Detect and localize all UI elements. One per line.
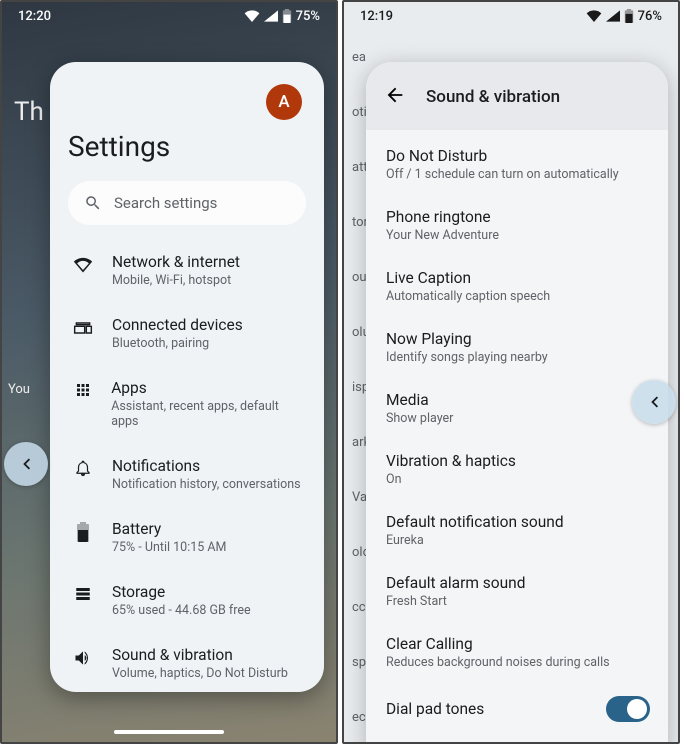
item-sub: Your New Adventure	[386, 228, 499, 243]
item-title: Do Not Disturb	[386, 147, 619, 165]
item-sub: Fresh Start	[386, 594, 525, 609]
battery-icon	[72, 520, 94, 542]
item-title: Media	[386, 391, 453, 409]
item-sub: On	[386, 472, 516, 487]
status-bar: 12:19 76%	[344, 2, 678, 30]
back-fab[interactable]	[632, 380, 676, 424]
item-title: Battery	[112, 520, 226, 538]
item-sub: Mobile, Wi-Fi, hotspot	[112, 273, 240, 288]
status-time: 12:19	[360, 9, 393, 24]
item-sub: Bluetooth, pairing	[112, 336, 243, 351]
item-title: Clear Calling	[386, 635, 610, 653]
item-sub: Reduces background noises during calls	[386, 655, 610, 670]
item-title: Default notification sound	[386, 513, 564, 531]
panel-header: Sound & vibration	[366, 62, 668, 130]
status-bar: 12:20 75%	[2, 2, 336, 30]
item-sub: Assistant, recent apps, default apps	[111, 399, 302, 429]
storage-icon	[72, 583, 94, 603]
sound-list: Do Not Disturb Off / 1 schedule can turn …	[366, 130, 668, 735]
volume-icon	[72, 646, 94, 668]
dial-pad-toggle[interactable]	[606, 696, 650, 722]
signal-icon	[606, 10, 620, 22]
status-right: 75%	[244, 9, 320, 24]
devices-icon	[72, 316, 94, 338]
status-battery: 75%	[296, 9, 320, 24]
signal-icon	[264, 10, 278, 22]
item-title: Phone ringtone	[386, 208, 499, 226]
sound-panel: Sound & vibration Do Not Disturb Off / 1 …	[366, 62, 668, 744]
item-notifications[interactable]: Notifications Notification history, conve…	[68, 443, 306, 506]
item-title: Default alarm sound	[386, 574, 525, 592]
wifi-icon	[244, 10, 260, 22]
item-sub: Off / 1 schedule can turn on automatical…	[386, 167, 619, 182]
item-storage[interactable]: Storage 65% used - 44.68 GB free	[68, 569, 306, 632]
chevron-left-icon	[643, 391, 665, 413]
item-title: Live Caption	[386, 269, 550, 287]
item-media[interactable]: Media Show player	[386, 378, 668, 439]
item-title: Vibration & haptics	[386, 452, 516, 470]
item-sub: Volume, haptics, Do Not Disturb	[112, 666, 288, 681]
status-right: 76%	[586, 9, 662, 24]
item-title: Sound & vibration	[112, 646, 288, 664]
item-title: Network & internet	[112, 253, 240, 271]
wifi-icon	[72, 253, 94, 275]
item-sub: Show player	[386, 411, 453, 426]
battery-icon	[624, 9, 634, 23]
item-sub: Automatically caption speech	[386, 289, 550, 304]
item-now-playing[interactable]: Now Playing Identify songs playing nearby	[386, 317, 668, 378]
item-sub: 75% - Until 10:15 AM	[112, 540, 226, 555]
search-placeholder: Search settings	[114, 194, 217, 212]
wifi-icon	[586, 10, 602, 22]
item-sub: Identify songs playing nearby	[386, 350, 548, 365]
apps-icon	[72, 379, 93, 399]
item-title: Notifications	[112, 457, 301, 475]
bell-icon	[72, 457, 94, 477]
back-button[interactable]	[384, 84, 406, 110]
item-apps[interactable]: Apps Assistant, recent apps, default apps	[68, 365, 306, 443]
phone-right: 12:19 76% eaotifatt torouolum isparkVal …	[342, 0, 680, 744]
item-connected-devices[interactable]: Connected devices Bluetooth, pairing	[68, 302, 306, 365]
item-battery[interactable]: Battery 75% - Until 10:15 AM	[68, 506, 306, 569]
page-title: Settings	[68, 130, 306, 163]
item-sub: 65% used - 44.68 GB free	[112, 603, 251, 618]
panel-title: Sound & vibration	[426, 87, 560, 107]
avatar[interactable]: A	[266, 84, 302, 120]
item-title: Storage	[112, 583, 251, 601]
item-sound[interactable]: Sound & vibration Volume, haptics, Do Not…	[68, 632, 306, 692]
item-dial-pad-tones[interactable]: Dial pad tones	[386, 683, 668, 735]
item-title: Dial pad tones	[386, 700, 484, 718]
item-dnd[interactable]: Do Not Disturb Off / 1 schedule can turn …	[386, 134, 668, 195]
item-clear-calling[interactable]: Clear Calling Reduces background noises d…	[386, 622, 668, 683]
item-notification-sound[interactable]: Default notification sound Eureka	[386, 500, 668, 561]
search-icon	[84, 194, 102, 212]
item-ringtone[interactable]: Phone ringtone Your New Adventure	[386, 195, 668, 256]
arrow-left-icon	[384, 84, 406, 106]
battery-icon	[282, 9, 292, 23]
back-fab[interactable]	[4, 442, 48, 486]
item-sub: Eureka	[386, 533, 564, 548]
home-background-text: Th	[14, 97, 44, 127]
settings-card: A Settings Search settings Network & int…	[50, 62, 324, 692]
item-vibration[interactable]: Vibration & haptics On	[386, 439, 668, 500]
home-left-strip: You	[8, 382, 50, 682]
item-live-caption[interactable]: Live Caption Automatically caption speech	[386, 256, 668, 317]
item-alarm-sound[interactable]: Default alarm sound Fresh Start	[386, 561, 668, 622]
strip-text: You	[8, 382, 30, 397]
search-input[interactable]: Search settings	[68, 181, 306, 225]
chevron-left-icon	[15, 453, 37, 475]
phone-left: 12:20 75% Th You A Settings Search setti…	[0, 0, 338, 744]
item-title: Apps	[111, 379, 302, 397]
item-sub: Notification history, conversations	[112, 477, 301, 492]
item-network[interactable]: Network & internet Mobile, Wi-Fi, hotspot	[68, 239, 306, 302]
settings-list: Network & internet Mobile, Wi-Fi, hotspot…	[68, 239, 306, 692]
gesture-bar[interactable]	[114, 730, 224, 734]
status-time: 12:20	[18, 9, 51, 24]
item-title: Now Playing	[386, 330, 548, 348]
item-title: Connected devices	[112, 316, 243, 334]
status-battery: 76%	[638, 9, 662, 24]
